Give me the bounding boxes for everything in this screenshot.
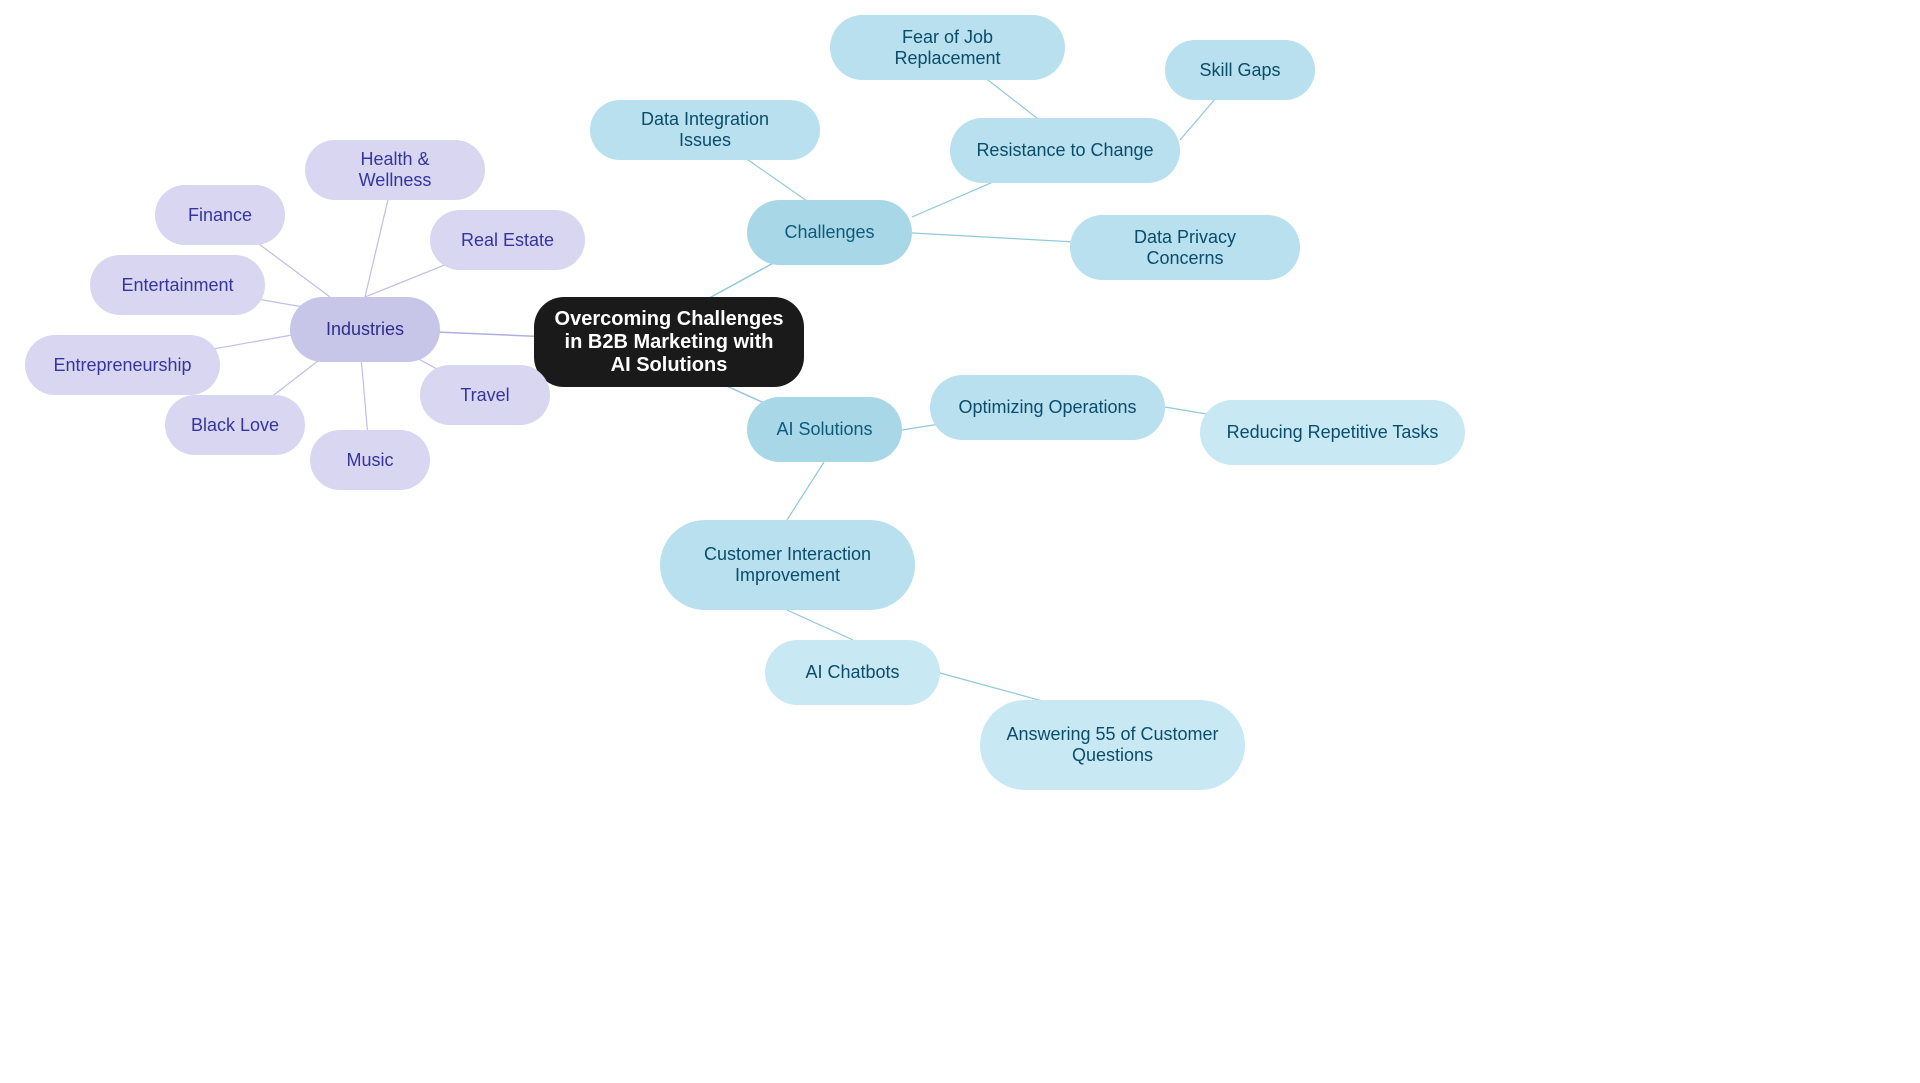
customer-interaction-node: Customer Interaction Improvement bbox=[660, 520, 915, 610]
optimizing-ops-node: Optimizing Operations bbox=[930, 375, 1165, 440]
data-integration-node: Data Integration Issues bbox=[590, 100, 820, 160]
center-node: Overcoming Challenges in B2B Marketing w… bbox=[534, 297, 804, 387]
entrepreneurship-node: Entrepreneurship bbox=[25, 335, 220, 395]
entertainment-node: Entertainment bbox=[90, 255, 265, 315]
finance-node: Finance bbox=[155, 185, 285, 245]
music-node: Music bbox=[310, 430, 430, 490]
reducing-rep-node: Reducing Repetitive Tasks bbox=[1200, 400, 1465, 465]
black-love-node: Black Love bbox=[165, 395, 305, 455]
travel-node: Travel bbox=[420, 365, 550, 425]
resistance-node: Resistance to Change bbox=[950, 118, 1180, 183]
challenges-node: Challenges bbox=[747, 200, 912, 265]
skill-gaps-node: Skill Gaps bbox=[1165, 40, 1315, 100]
ai-chatbots-node: AI Chatbots bbox=[765, 640, 940, 705]
ai-solutions-node: AI Solutions bbox=[747, 397, 902, 462]
health-wellness-node: Health & Wellness bbox=[305, 140, 485, 200]
answering-node: Answering 55 of Customer Questions bbox=[980, 700, 1245, 790]
real-estate-node: Real Estate bbox=[430, 210, 585, 270]
fear-job-node: Fear of Job Replacement bbox=[830, 15, 1065, 80]
industries-node: Industries bbox=[290, 297, 440, 362]
data-privacy-node: Data Privacy Concerns bbox=[1070, 215, 1300, 280]
